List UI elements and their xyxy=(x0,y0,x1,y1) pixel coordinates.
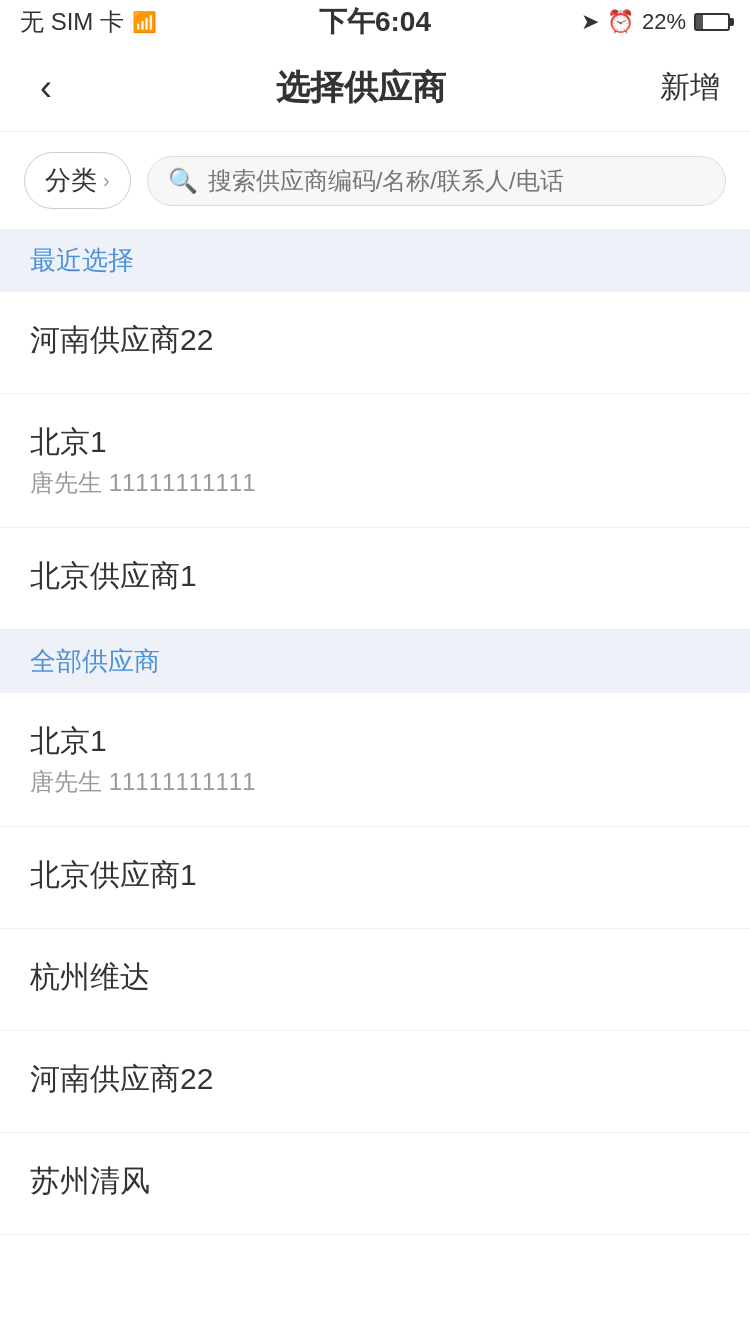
item-name: 河南供应商22 xyxy=(30,320,720,361)
recent-section-header: 最近选择 xyxy=(0,229,750,292)
all-section-header: 全部供应商 xyxy=(0,630,750,693)
search-input[interactable] xyxy=(208,167,705,195)
nav-bar: ‹ 选择供应商 新增 xyxy=(0,44,750,132)
list-item[interactable]: 北京供应商1 xyxy=(0,827,750,929)
category-button[interactable]: 分类 › xyxy=(24,152,131,209)
status-bar: 无 SIM 卡 📶 下午6:04 ➤ ⏰ 22% xyxy=(0,0,750,44)
list-item[interactable]: 河南供应商22 xyxy=(0,1031,750,1133)
search-icon: 🔍 xyxy=(168,167,198,195)
category-label: 分类 xyxy=(45,163,97,198)
status-time: 下午6:04 xyxy=(319,3,431,41)
search-box: 🔍 xyxy=(147,156,726,206)
item-name: 北京1 xyxy=(30,721,720,762)
back-button[interactable]: ‹ xyxy=(30,57,62,119)
add-button[interactable]: 新增 xyxy=(660,67,720,108)
item-sub: 唐先生 11111111111 xyxy=(30,467,720,499)
filter-bar: 分类 › 🔍 xyxy=(0,132,750,229)
chevron-right-icon: › xyxy=(103,169,110,192)
item-name: 杭州维达 xyxy=(30,957,720,998)
item-sub: 唐先生 11111111111 xyxy=(30,766,720,798)
alarm-icon: ⏰ xyxy=(607,9,634,35)
item-name: 北京供应商1 xyxy=(30,855,720,896)
page-title: 选择供应商 xyxy=(276,65,446,111)
list-item[interactable]: 北京1 唐先生 11111111111 xyxy=(0,693,750,827)
item-name: 北京1 xyxy=(30,422,720,463)
status-right: ➤ ⏰ 22% xyxy=(581,9,730,35)
recent-list: 河南供应商22 北京1 唐先生 11111111111 北京供应商1 xyxy=(0,292,750,630)
item-name: 河南供应商22 xyxy=(30,1059,720,1100)
list-item[interactable]: 北京1 唐先生 11111111111 xyxy=(0,394,750,528)
recent-section-label: 最近选择 xyxy=(30,245,134,275)
status-left: 无 SIM 卡 📶 xyxy=(20,6,157,38)
item-name: 北京供应商1 xyxy=(30,556,720,597)
battery-percent: 22% xyxy=(642,9,686,35)
all-list: 北京1 唐先生 11111111111 北京供应商1 杭州维达 河南供应商22 苏… xyxy=(0,693,750,1235)
wifi-icon: 📶 xyxy=(132,10,157,34)
list-item[interactable]: 北京供应商1 xyxy=(0,528,750,630)
list-item[interactable]: 杭州维达 xyxy=(0,929,750,1031)
location-icon: ➤ xyxy=(581,9,599,35)
all-section-label: 全部供应商 xyxy=(30,646,160,676)
item-name: 苏州清风 xyxy=(30,1161,720,1202)
list-item[interactable]: 河南供应商22 xyxy=(0,292,750,394)
list-item[interactable]: 苏州清风 xyxy=(0,1133,750,1235)
battery-icon xyxy=(694,13,730,31)
no-sim-text: 无 SIM 卡 xyxy=(20,6,124,38)
